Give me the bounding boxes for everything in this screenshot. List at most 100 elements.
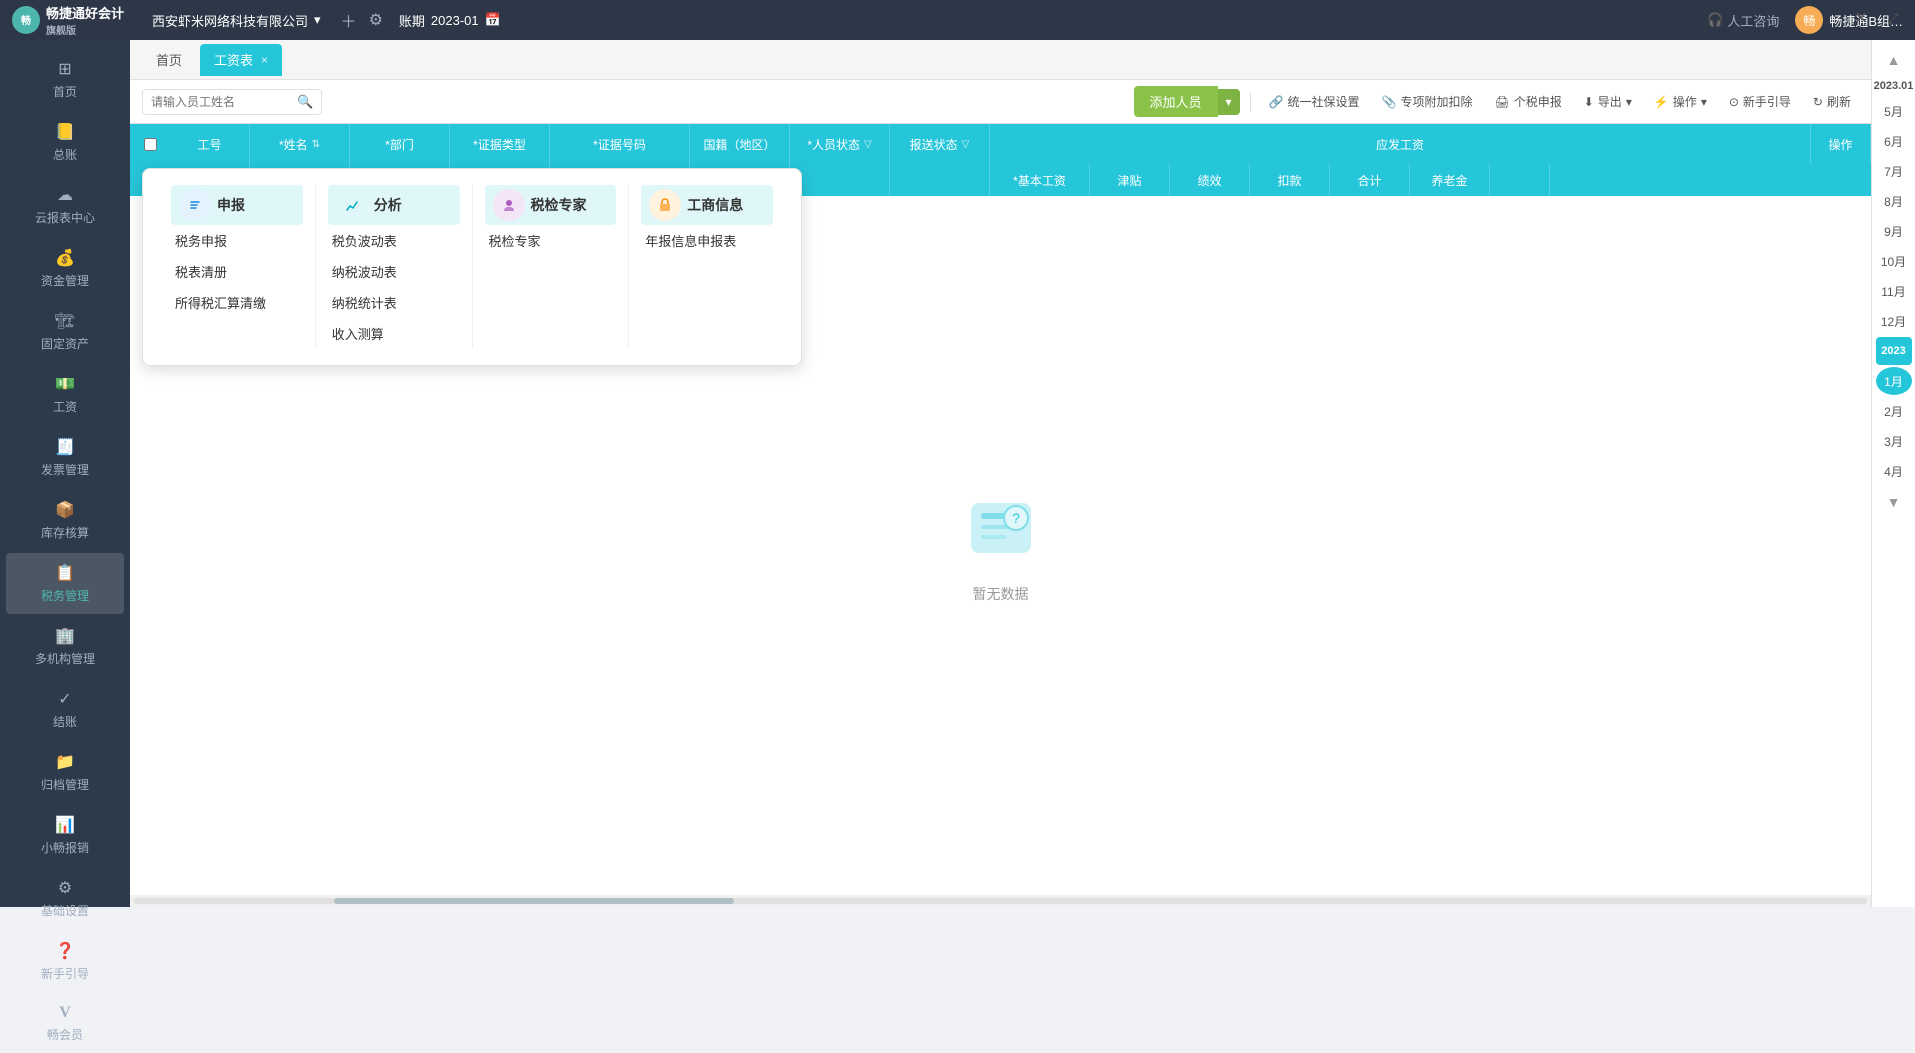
sidebar-item-report[interactable]: 📊 小畅报销 — [6, 805, 124, 866]
date-month-5[interactable]: 5月 — [1876, 97, 1912, 125]
sidebar-item-home[interactable]: ⊞ 首页 — [6, 49, 124, 110]
date-month-9[interactable]: 9月 — [1876, 217, 1912, 245]
operation-btn[interactable]: ⚡ 操作 ▾ — [1646, 89, 1715, 114]
add-person-dropdown-btn[interactable]: ▾ — [1218, 89, 1240, 115]
status-filter-icon[interactable]: ▽ — [864, 139, 872, 150]
th-nation: 国籍（地区） — [690, 124, 790, 164]
menu-item-tax-wave[interactable]: 纳税波动表 — [328, 256, 460, 287]
name-sort-icon[interactable]: ⇅ — [312, 139, 320, 150]
date-month-6[interactable]: 6月 — [1876, 127, 1912, 155]
horizontal-scrollbar[interactable] — [130, 895, 1871, 907]
sidebar-item-cloud[interactable]: ☁ 云报表中心 — [6, 175, 124, 236]
sidebar-item-general[interactable]: 📒 总账 — [6, 112, 124, 173]
sidebar-item-member[interactable]: V 畅会员 — [6, 994, 124, 1053]
menu-item-taxexpert[interactable]: 税检专家 — [485, 225, 617, 256]
th-perf-label: 绩效 — [1197, 172, 1221, 189]
special-deduct-btn[interactable]: 📎 专项附加扣除 — [1374, 89, 1481, 114]
date-month-12[interactable]: 12月 — [1876, 307, 1912, 335]
date-month-1[interactable]: 1月 — [1876, 367, 1912, 395]
window-close-btn[interactable]: ✕ — [1847, 4, 1875, 32]
send-filter-icon[interactable]: ▽ — [962, 139, 970, 150]
sidebar-item-inventory[interactable]: 📦 库存核算 — [6, 490, 124, 551]
menu-item-annual-report[interactable]: 年报信息申报表 — [641, 225, 773, 256]
sidebar-item-fund[interactable]: 💰 资金管理 — [6, 238, 124, 299]
sidebar-item-invoice[interactable]: 🧾 发票管理 — [6, 427, 124, 488]
menu-item-tax-burden[interactable]: 税负波动表 — [328, 225, 460, 256]
refresh-btn[interactable]: ↻ 刷新 — [1805, 89, 1859, 114]
tab-salary-table[interactable]: 工资表 × — [200, 44, 282, 76]
sidebar-item-settle[interactable]: ✓ 结账 — [6, 679, 124, 740]
sidebar-label-archive: 归档管理 — [41, 776, 89, 793]
period-area: 账期 2023-01 📅 — [399, 11, 501, 30]
date-month-10[interactable]: 10月 — [1876, 247, 1912, 275]
window-expand-btn[interactable]: ⤢ — [1879, 4, 1907, 32]
section-title-shenb: 申报 — [217, 195, 245, 215]
sidebar-item-salary[interactable]: 💵 工资 — [6, 364, 124, 425]
salary-icon: 💵 — [55, 374, 75, 394]
th-action-label: 操作 — [1828, 136, 1852, 153]
th-nation-label: 国籍（地区） — [703, 136, 775, 153]
company-name: 西安虾米网络科技有限公司 — [152, 11, 308, 30]
menu-item-income-settle[interactable]: 所得税汇算清缴 — [171, 287, 303, 318]
date-month-7[interactable]: 7月 — [1876, 157, 1912, 185]
sidebar-item-archive[interactable]: 📁 归档管理 — [6, 742, 124, 803]
dropdown-section-shenb: 申报 税务申报 税表清册 所得税汇算清缴 — [159, 185, 316, 349]
tab-home[interactable]: 首页 — [142, 44, 196, 76]
section-title-bizinfo: 工商信息 — [687, 195, 743, 215]
header-actions: ＋ ⚙ — [341, 8, 383, 32]
tab-home-label: 首页 — [156, 50, 182, 69]
add-company-btn[interactable]: ＋ — [341, 8, 357, 32]
date-nav-down[interactable]: ▼ — [1880, 488, 1908, 516]
dropdown-menu[interactable]: 申报 税务申报 税表清册 所得税汇算清缴 分析 — [142, 168, 802, 366]
add-person-btn[interactable]: 添加人员 — [1134, 86, 1218, 117]
th-status-label: *人员状态 — [807, 136, 860, 153]
service-btn[interactable]: 🎧 人工咨询 — [1707, 11, 1779, 30]
sidebar-item-tax[interactable]: 📋 税务管理 — [6, 553, 124, 614]
menu-item-tax-report[interactable]: 税务申报 — [171, 225, 303, 256]
social-security-btn[interactable]: 🔗 统一社保设置 — [1261, 89, 1368, 114]
sidebar-item-asset[interactable]: 🏗 固定资产 — [6, 301, 124, 362]
th-name: *姓名 ⇅ — [250, 124, 350, 164]
settings-btn[interactable]: ⚙ — [369, 10, 383, 30]
th-sub-send — [890, 164, 990, 196]
date-nav-up[interactable]: ▲ — [1880, 46, 1908, 74]
date-month-4[interactable]: 4月 — [1876, 457, 1912, 485]
search-box[interactable]: 🔍 — [142, 89, 322, 115]
company-selector[interactable]: 西安虾米网络科技有限公司 ▾ — [152, 11, 321, 30]
headset-icon: 🎧 — [1707, 12, 1723, 28]
personal-tax-btn[interactable]: 🖨 个税申报 — [1486, 89, 1569, 114]
scrollbar-thumb[interactable] — [334, 898, 734, 904]
personal-tax-icon: 🖨 — [1494, 95, 1509, 109]
date-month-3[interactable]: 3月 — [1876, 427, 1912, 455]
th-pension-label: 养老金 — [1431, 172, 1467, 189]
menu-item-tax-stat[interactable]: 纳税统计表 — [328, 287, 460, 318]
sidebar-item-guide[interactable]: ❓ 新手引导 — [6, 931, 124, 992]
sidebar-label-asset: 固定资产 — [41, 335, 89, 352]
menu-item-income-calc[interactable]: 收入测算 — [328, 318, 460, 349]
th-checkbox[interactable] — [130, 138, 170, 151]
search-input[interactable] — [151, 95, 291, 109]
select-all-checkbox[interactable] — [144, 138, 157, 151]
menu-item-tax-table[interactable]: 税表清册 — [171, 256, 303, 287]
sidebar-item-basic[interactable]: ⚙ 基础设置 — [6, 868, 124, 929]
th-cert-no-label: *证据号码 — [593, 136, 646, 153]
sidebar: ⊞ 首页 📒 总账 ☁ 云报表中心 💰 资金管理 🏗 固定资产 💵 工资 🧾 发… — [0, 40, 130, 907]
dropdown-section-bizinfo: 工商信息 年报信息申报表 — [629, 185, 785, 349]
date-month-8[interactable]: 8月 — [1876, 187, 1912, 215]
th-salary-label: 应发工资 — [1376, 136, 1424, 153]
guide-btn[interactable]: ⊙ 新手引导 — [1721, 89, 1799, 114]
tab-close-btn[interactable]: × — [261, 53, 268, 67]
export-btn[interactable]: ⬇ 导出 ▾ — [1576, 89, 1640, 114]
th-total: 合计 — [1330, 164, 1410, 196]
calendar-icon[interactable]: 📅 — [485, 12, 501, 28]
th-pension: 养老金 — [1410, 164, 1490, 196]
date-month-2[interactable]: 2月 — [1876, 397, 1912, 425]
th-cert-no: *证据号码 — [550, 124, 690, 164]
sidebar-item-multi[interactable]: 🏢 多机构管理 — [6, 616, 124, 677]
period-value: 2023-01 — [431, 13, 479, 28]
date-month-11[interactable]: 11月 — [1876, 277, 1912, 305]
section-title-fenxi: 分析 — [374, 195, 402, 215]
th-allowance-label: 津贴 — [1117, 172, 1141, 189]
sidebar-label-guide: 新手引导 — [41, 965, 89, 982]
sidebar-label-fund: 资金管理 — [41, 272, 89, 289]
